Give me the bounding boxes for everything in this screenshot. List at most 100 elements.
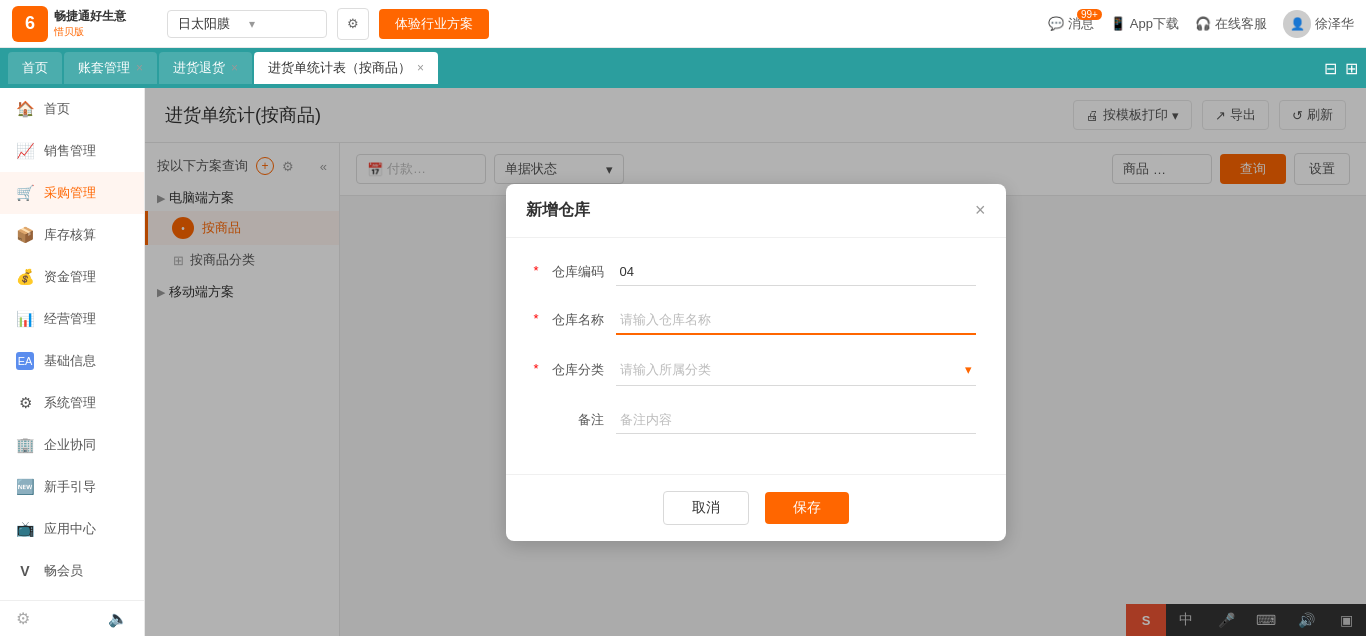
inventory-icon: 📦 bbox=[16, 226, 34, 244]
online-service-button[interactable]: 🎧 在线客服 bbox=[1195, 15, 1267, 33]
app-center-icon: 📺 bbox=[16, 520, 34, 538]
main-layout: 🏠 首页 📈 销售管理 🛒 采购管理 📦 库存核算 💰 资金管理 📊 经营管理 … bbox=[0, 88, 1366, 636]
sidebar-item-guide[interactable]: 🆕 新手引导 bbox=[0, 466, 144, 508]
dialog-footer: 取消 保存 bbox=[506, 474, 1006, 541]
chevron-down-icon: ▾ bbox=[249, 17, 316, 31]
sidebar-item-sales[interactable]: 📈 销售管理 bbox=[0, 130, 144, 172]
tab-purchase-return[interactable]: 进货退货 × bbox=[159, 52, 252, 84]
tab-expand-icon[interactable]: ⊞ bbox=[1345, 59, 1358, 78]
purchase-icon: 🛒 bbox=[16, 184, 34, 202]
finance-icon: 💰 bbox=[16, 268, 34, 286]
logo-area: 6 畅捷通好生意 惜贝版 bbox=[12, 6, 157, 42]
sidebar-sales-label: 销售管理 bbox=[44, 142, 96, 160]
modal-overlay: 新增仓库 × 仓库编码 仓库名称 仓库分类 请输入 bbox=[145, 88, 1366, 636]
tab-account[interactable]: 账套管理 × bbox=[64, 52, 157, 84]
tab-account-label: 账套管理 bbox=[78, 59, 130, 77]
code-label: 仓库编码 bbox=[536, 263, 616, 281]
message-badge: 99+ bbox=[1077, 9, 1102, 20]
sidebar-bottom: ⚙ 🔈 bbox=[0, 600, 144, 636]
logo-text: 畅捷通好生意 bbox=[54, 8, 126, 25]
form-row-remark: 备注 bbox=[536, 406, 976, 434]
sidebar-operations-label: 经营管理 bbox=[44, 310, 96, 328]
name-input[interactable] bbox=[616, 306, 976, 335]
store-selector[interactable]: 日太阳膜 ▾ bbox=[167, 10, 327, 38]
top-bar: 6 畅捷通好生意 惜贝版 日太阳膜 ▾ ⚙ 体验行业方案 💬 消息 99+ 📱 … bbox=[0, 0, 1366, 48]
sidebar-home-label: 首页 bbox=[44, 100, 70, 118]
dialog-body: 仓库编码 仓库名称 仓库分类 请输入所属分类 ▾ bbox=[506, 238, 1006, 474]
category-label: 仓库分类 bbox=[536, 361, 616, 379]
tab-home-label: 首页 bbox=[22, 59, 48, 77]
gear-icon: ⚙ bbox=[347, 16, 359, 31]
sidebar-item-operations[interactable]: 📊 经营管理 bbox=[0, 298, 144, 340]
dialog-header: 新增仓库 × bbox=[506, 184, 1006, 238]
form-row-code: 仓库编码 bbox=[536, 258, 976, 286]
tab-home[interactable]: 首页 bbox=[8, 52, 62, 84]
name-label: 仓库名称 bbox=[536, 311, 616, 329]
sidebar-inventory-label: 库存核算 bbox=[44, 226, 96, 244]
form-row-name: 仓库名称 bbox=[536, 306, 976, 335]
remark-input[interactable] bbox=[616, 406, 976, 434]
sidebar-item-home[interactable]: 🏠 首页 bbox=[0, 88, 144, 130]
sidebar-finance-label: 资金管理 bbox=[44, 268, 96, 286]
sidebar-item-basic-info[interactable]: EA 基础信息 bbox=[0, 340, 144, 382]
sidebar-guide-label: 新手引导 bbox=[44, 478, 96, 496]
try-industry-button[interactable]: 体验行业方案 bbox=[379, 9, 489, 39]
new-warehouse-dialog: 新增仓库 × 仓库编码 仓库名称 仓库分类 请输入 bbox=[506, 184, 1006, 541]
dialog-title: 新增仓库 bbox=[526, 200, 590, 221]
sidebar-app-center-label: 应用中心 bbox=[44, 520, 96, 538]
content-area: 进货单统计(按商品) 🖨 按模板打印 ▾ ↗ 导出 ↺ 刷新 bbox=[145, 88, 1366, 636]
avatar: 👤 bbox=[1283, 10, 1311, 38]
sidebar-item-finance[interactable]: 💰 资金管理 bbox=[0, 256, 144, 298]
sidebar-item-purchase[interactable]: 🛒 采购管理 bbox=[0, 172, 144, 214]
form-row-category: 仓库分类 请输入所属分类 ▾ bbox=[536, 355, 976, 386]
sidebar-item-member[interactable]: V 畅会员 bbox=[0, 550, 144, 592]
category-dropdown-icon: ▾ bbox=[965, 362, 972, 377]
tab-purchase-stats-label: 进货单统计表（按商品） bbox=[268, 59, 411, 77]
operations-icon: 📊 bbox=[16, 310, 34, 328]
sidebar-system-label: 系统管理 bbox=[44, 394, 96, 412]
tab-purchase-stats[interactable]: 进货单统计表（按商品） × bbox=[254, 52, 438, 84]
user-icon: 👤 bbox=[1290, 17, 1305, 31]
mobile-icon: 📱 bbox=[1110, 16, 1126, 31]
tab-account-close[interactable]: × bbox=[136, 61, 143, 75]
headset-icon: 🎧 bbox=[1195, 16, 1211, 31]
category-placeholder: 请输入所属分类 bbox=[620, 361, 711, 379]
basic-info-icon: EA bbox=[16, 352, 34, 370]
settings-bottom-icon[interactable]: ⚙ bbox=[16, 609, 30, 628]
store-name: 日太阳膜 bbox=[178, 15, 245, 33]
code-input[interactable] bbox=[616, 258, 976, 286]
tab-minimize-icon[interactable]: ⊟ bbox=[1324, 59, 1337, 78]
sidebar-item-inventory[interactable]: 📦 库存核算 bbox=[0, 214, 144, 256]
sidebar: 🏠 首页 📈 销售管理 🛒 采购管理 📦 库存核算 💰 资金管理 📊 经营管理 … bbox=[0, 88, 145, 636]
home-icon: 🏠 bbox=[16, 100, 34, 118]
user-menu[interactable]: 👤 徐泽华 bbox=[1283, 10, 1354, 38]
logo-icon: 6 bbox=[12, 6, 48, 42]
sidebar-item-system[interactable]: ⚙ 系统管理 bbox=[0, 382, 144, 424]
enterprise-icon: 🏢 bbox=[16, 436, 34, 454]
sidebar-item-app-center[interactable]: 📺 应用中心 bbox=[0, 508, 144, 550]
logo-sub: 惜贝版 bbox=[54, 25, 126, 39]
sidebar-purchase-label: 采购管理 bbox=[44, 184, 96, 202]
category-select[interactable]: 请输入所属分类 ▾ bbox=[616, 355, 976, 386]
speaker-icon[interactable]: 🔈 bbox=[108, 609, 128, 628]
tab-bar-controls: ⊟ ⊞ bbox=[1324, 59, 1358, 78]
tab-bar: 首页 账套管理 × 进货退货 × 进货单统计表（按商品） × ⊟ ⊞ bbox=[0, 48, 1366, 88]
sidebar-enterprise-label: 企业协同 bbox=[44, 436, 96, 454]
tab-purchase-return-close[interactable]: × bbox=[231, 61, 238, 75]
remark-label: 备注 bbox=[536, 411, 616, 429]
save-button[interactable]: 保存 bbox=[765, 492, 849, 524]
dialog-close-button[interactable]: × bbox=[975, 201, 986, 219]
gear-button[interactable]: ⚙ bbox=[337, 8, 369, 40]
messages-button[interactable]: 💬 消息 99+ bbox=[1048, 15, 1094, 33]
top-right-area: 💬 消息 99+ 📱 App下载 🎧 在线客服 👤 徐泽华 bbox=[1048, 10, 1354, 38]
user-name: 徐泽华 bbox=[1315, 15, 1354, 33]
system-icon: ⚙ bbox=[16, 394, 34, 412]
tab-purchase-stats-close[interactable]: × bbox=[417, 61, 424, 75]
member-icon: V bbox=[16, 562, 34, 580]
cancel-button[interactable]: 取消 bbox=[663, 491, 749, 525]
sidebar-item-enterprise[interactable]: 🏢 企业协同 bbox=[0, 424, 144, 466]
tab-purchase-return-label: 进货退货 bbox=[173, 59, 225, 77]
app-download-button[interactable]: 📱 App下载 bbox=[1110, 15, 1179, 33]
sidebar-basic-info-label: 基础信息 bbox=[44, 352, 96, 370]
message-icon: 💬 bbox=[1048, 16, 1064, 31]
